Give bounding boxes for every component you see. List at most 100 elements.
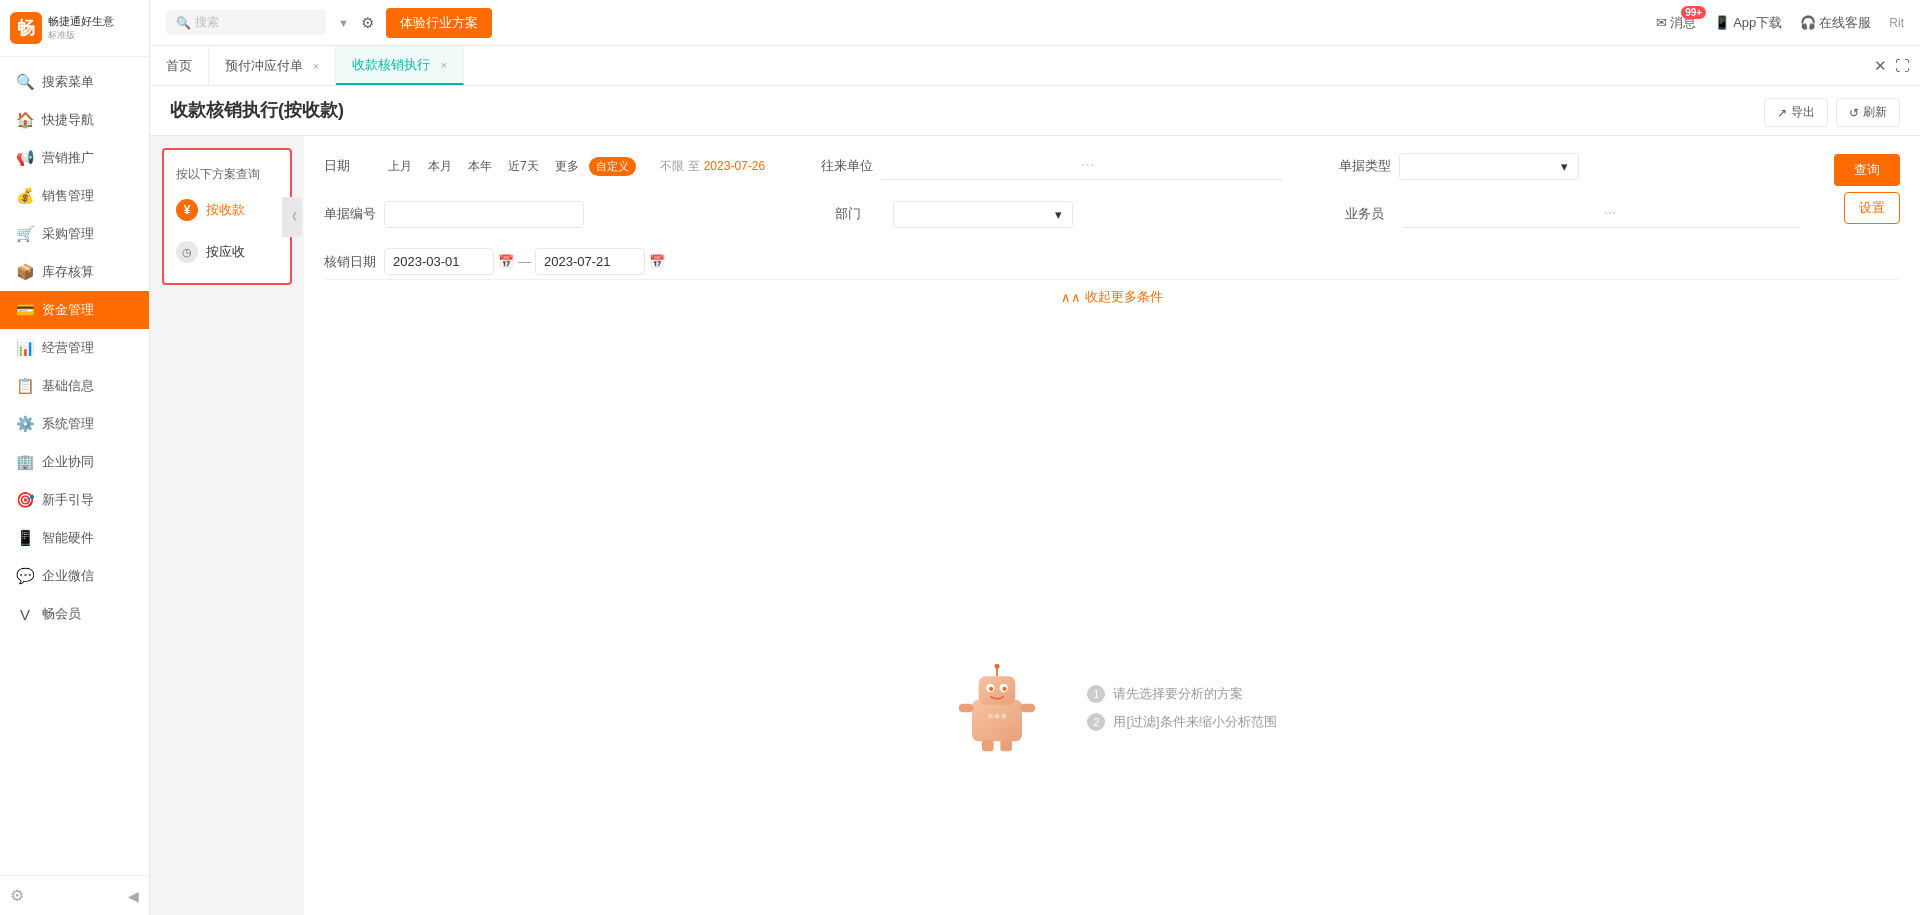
- member-icon: V: [16, 606, 34, 623]
- main: 🔍 搜索 ▼ ⚙ 体验行业方案 ✉ 消息 99+ 📱 App下载 🎧 在线客服 …: [150, 0, 1920, 915]
- filter-collapse-button[interactable]: 《: [282, 197, 302, 237]
- user-info[interactable]: Rit: [1889, 16, 1904, 30]
- query-area: 日期 上月 本月 本年 近7天 更多 自定义: [304, 136, 1920, 502]
- sidebar-item-member[interactable]: V 畅会员: [0, 595, 149, 633]
- sidebar-item-search-menu[interactable]: 🔍 搜索菜单: [0, 63, 149, 101]
- topbar-gear-icon[interactable]: ⚙: [361, 14, 374, 32]
- sidebar-item-label: 畅会员: [42, 605, 81, 623]
- dept-chevron-icon: ▾: [1055, 207, 1062, 222]
- topbar-chevron-icon[interactable]: ▼: [338, 17, 349, 29]
- staff-dots-button[interactable]: ···: [1603, 204, 1616, 222]
- partner-input[interactable]: [881, 152, 1081, 177]
- enterprise-icon: 🏢: [16, 453, 34, 471]
- tab-receipt-label: 收款核销执行: [352, 56, 430, 74]
- offset-date-label: 核销日期: [324, 253, 376, 271]
- calendar-start-icon[interactable]: 📅: [498, 254, 514, 269]
- tab-prepay-conflict[interactable]: 预付冲应付单 ×: [209, 46, 336, 85]
- sidebar-item-sales[interactable]: 💰 销售管理: [0, 177, 149, 215]
- tip1-text: 请先选择要分析的方案: [1113, 685, 1243, 703]
- sidebar-bottom: ⚙ ◀: [0, 875, 149, 915]
- expand-icon[interactable]: ⛶: [1895, 57, 1910, 74]
- sidebar-item-wechat-biz[interactable]: 💬 企业微信: [0, 557, 149, 595]
- sidebar-settings-icon[interactable]: ⚙: [10, 886, 24, 905]
- export-button[interactable]: ↗ 导出: [1764, 98, 1828, 127]
- date-this-month[interactable]: 本月: [422, 156, 458, 177]
- sidebar-item-inventory[interactable]: 📦 库存核算: [0, 253, 149, 291]
- offset-date-start-input[interactable]: [384, 248, 494, 275]
- collapse-conditions-button[interactable]: ∧∧ 收起更多条件: [324, 279, 1900, 314]
- online-service-button[interactable]: 🎧 在线客服: [1800, 14, 1871, 32]
- svg-rect-9: [1021, 704, 1036, 712]
- tab-prepay-close-icon[interactable]: ×: [313, 60, 319, 72]
- sidebar-collapse-icon[interactable]: ◀: [128, 888, 139, 904]
- sidebar-item-label: 快捷导航: [42, 111, 94, 129]
- sidebar-item-label: 搜索菜单: [42, 73, 94, 91]
- svg-point-7: [995, 664, 1000, 669]
- doc-no-label: 单据编号: [324, 205, 376, 223]
- sidebar: 畅 畅捷通好生意 标准版 🔍 搜索菜单 🏠 快捷导航 📢 营销推广 💰 销售管理…: [0, 0, 150, 915]
- svg-point-4: [989, 687, 993, 691]
- date-7-days[interactable]: 近7天: [502, 156, 545, 177]
- tabbar: 首页 预付冲应付单 × 收款核销执行 × ✕ ⛶: [150, 46, 1920, 86]
- tab-home-label: 首页: [166, 57, 192, 75]
- tab-receipt-offset[interactable]: 收款核销执行 ×: [336, 46, 463, 85]
- sidebar-item-purchase[interactable]: 🛒 采购管理: [0, 215, 149, 253]
- app-download-button[interactable]: 📱 App下载: [1714, 14, 1782, 32]
- sidebar-item-guide[interactable]: 🎯 新手引导: [0, 481, 149, 519]
- collapse-up-icon: ∧∧: [1061, 290, 1081, 305]
- staff-input[interactable]: [1403, 200, 1603, 225]
- dept-select[interactable]: ▾: [893, 201, 1073, 228]
- svg-rect-0: [972, 700, 1022, 742]
- sidebar-item-system[interactable]: ⚙️ 系统管理: [0, 405, 149, 443]
- topbar-search[interactable]: 🔍 搜索: [166, 10, 326, 35]
- svg-point-5: [1003, 687, 1007, 691]
- by-receivable-label: 按应收: [206, 243, 245, 261]
- message-button[interactable]: ✉ 消息 99+: [1656, 14, 1696, 32]
- sidebar-item-smart-hw[interactable]: 📱 智能硬件: [0, 519, 149, 557]
- inventory-icon: 📦: [16, 263, 34, 281]
- sidebar-item-quick-nav[interactable]: 🏠 快捷导航: [0, 101, 149, 139]
- query-button[interactable]: 查询: [1834, 154, 1900, 186]
- refresh-button[interactable]: ↺ 刷新: [1836, 98, 1900, 127]
- sidebar-item-enterprise[interactable]: 🏢 企业协同: [0, 443, 149, 481]
- tab-receipt-close-icon[interactable]: ×: [440, 59, 446, 71]
- doc-no-input[interactable]: [384, 201, 584, 228]
- page-content: 收款核销执行(按收款) ↗ 导出 ↺ 刷新 按以下方案查询: [150, 86, 1920, 915]
- date-shortcuts: 上月 本月 本年 近7天 更多 自定义: [382, 156, 636, 177]
- staff-field: 业务员 ···: [1345, 200, 1800, 228]
- calendar-end-icon[interactable]: 📅: [649, 254, 665, 269]
- filter-item-by-receipt[interactable]: ¥ 按收款: [164, 189, 290, 231]
- sidebar-item-capital[interactable]: 💳 资金管理: [0, 291, 149, 329]
- filter-item-by-receivable[interactable]: ◷ 按应收: [164, 231, 290, 273]
- search-placeholder-text: 搜索: [195, 14, 219, 31]
- sidebar-item-operation[interactable]: 📊 经营管理: [0, 329, 149, 367]
- date-last-month[interactable]: 上月: [382, 156, 418, 177]
- logo-icon: 畅: [10, 12, 42, 44]
- close-all-icon[interactable]: ✕: [1874, 57, 1887, 75]
- solution-button[interactable]: 体验行业方案: [386, 8, 492, 38]
- sidebar-item-label: 营销推广: [42, 149, 94, 167]
- message-icon: ✉: [1656, 15, 1667, 30]
- topbar-right: ✉ 消息 99+ 📱 App下载 🎧 在线客服 Rit: [1656, 14, 1904, 32]
- date-this-year[interactable]: 本年: [462, 156, 498, 177]
- tip1-number: 1: [1087, 685, 1105, 703]
- sidebar-item-label: 系统管理: [42, 415, 94, 433]
- partner-field: 往来单位 ···: [821, 152, 1282, 180]
- sidebar-item-basic[interactable]: 📋 基础信息: [0, 367, 149, 405]
- date-custom-badge[interactable]: 自定义: [589, 157, 636, 176]
- date-more[interactable]: 更多: [549, 156, 585, 177]
- quick-nav-icon: 🏠: [16, 111, 34, 129]
- basic-icon: 📋: [16, 377, 34, 395]
- sidebar-item-marketing[interactable]: 📢 营销推广: [0, 139, 149, 177]
- setting-button[interactable]: 设置: [1844, 192, 1900, 224]
- dept-label: 部门: [835, 205, 885, 223]
- svg-rect-1: [979, 677, 1016, 705]
- svg-rect-10: [982, 740, 994, 752]
- date-to-text: 至: [688, 158, 700, 175]
- export-icon: ↗: [1777, 106, 1787, 120]
- doc-type-select[interactable]: ▾: [1399, 153, 1579, 180]
- offset-date-field: 核销日期 📅 — 📅: [324, 248, 1800, 275]
- tab-home[interactable]: 首页: [150, 46, 209, 85]
- partner-dots-button[interactable]: ···: [1081, 156, 1094, 174]
- offset-date-end-input[interactable]: [535, 248, 645, 275]
